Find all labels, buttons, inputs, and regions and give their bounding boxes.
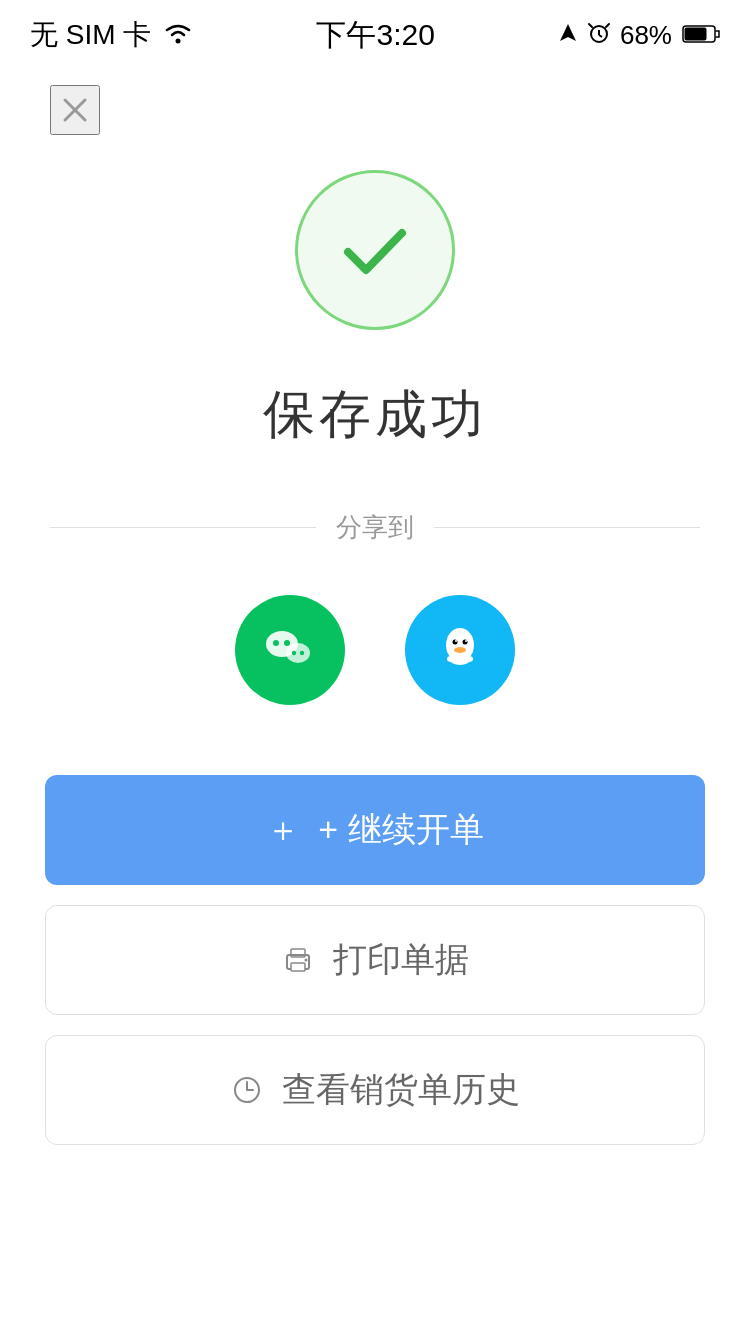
svg-point-10 (284, 640, 290, 646)
history-button[interactable]: 查看销货单历史 (45, 1035, 705, 1145)
history-icon (230, 1073, 264, 1107)
qq-share-button[interactable] (405, 595, 515, 705)
svg-rect-5 (685, 27, 707, 40)
status-time: 下午3:20 (316, 15, 434, 56)
svg-point-17 (453, 640, 458, 645)
svg-point-19 (455, 640, 457, 642)
svg-rect-26 (291, 963, 305, 971)
svg-point-12 (292, 651, 296, 655)
svg-point-0 (176, 39, 181, 44)
print-label: 打印单据 (333, 937, 469, 983)
svg-point-24 (465, 656, 473, 662)
svg-point-21 (454, 647, 466, 653)
svg-point-9 (273, 640, 279, 646)
success-icon-circle (295, 170, 455, 330)
wechat-share-button[interactable] (235, 595, 345, 705)
close-button[interactable] (50, 85, 100, 135)
svg-point-20 (465, 640, 467, 642)
share-divider: 分享到 (50, 510, 700, 545)
svg-point-13 (300, 651, 304, 655)
svg-point-23 (447, 656, 455, 662)
continue-button[interactable]: ＋ + 继续开单 (45, 775, 705, 885)
svg-point-18 (463, 640, 468, 645)
continue-label: + 继续开单 (318, 807, 483, 853)
location-icon (558, 20, 578, 51)
main-content: 保存成功 分享到 (0, 70, 750, 1145)
status-left: 无 SIM 卡 (30, 16, 193, 54)
alarm-icon (588, 20, 610, 51)
battery-text: 68% (620, 20, 672, 51)
print-icon (281, 943, 315, 977)
plus-icon: ＋ (266, 807, 300, 853)
share-icons (50, 595, 700, 705)
print-button[interactable]: 打印单据 (45, 905, 705, 1015)
history-label: 查看销货单历史 (282, 1067, 520, 1113)
status-bar: 无 SIM 卡 下午3:20 68% (0, 0, 750, 70)
action-buttons: ＋ + 继续开单 打印单据 查看销货单历史 (45, 775, 705, 1145)
share-label: 分享到 (336, 510, 414, 545)
status-right: 68% (558, 20, 720, 51)
svg-line-3 (599, 35, 602, 37)
share-section: 分享到 (0, 510, 750, 705)
svg-point-28 (305, 959, 308, 962)
success-title: 保存成功 (263, 380, 487, 450)
no-sim-text: 无 SIM 卡 (30, 16, 151, 54)
wifi-icon (163, 19, 193, 51)
svg-point-11 (286, 643, 310, 663)
battery-icon (682, 20, 720, 51)
